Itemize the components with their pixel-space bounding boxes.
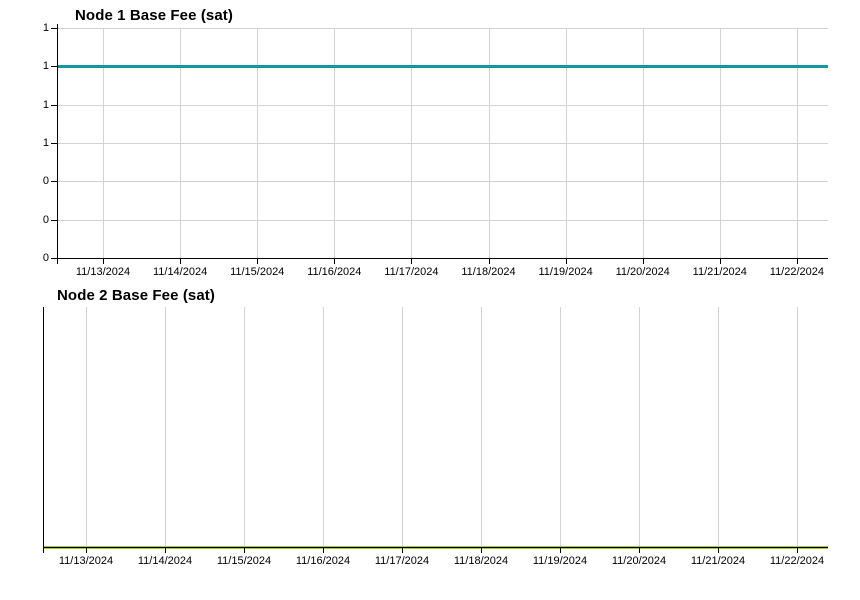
vertical-gridline xyxy=(719,28,721,258)
vertical-gridline xyxy=(323,307,324,547)
x-tick-mark xyxy=(165,547,166,553)
horizontal-gridline xyxy=(57,104,828,106)
x-tick-mark xyxy=(334,258,336,264)
y-tick-mark xyxy=(51,28,57,29)
x-tick-label: 11/14/2024 xyxy=(137,555,193,567)
series-line-node-1-base-fee-sat xyxy=(57,64,828,68)
x-tick-label: 11/15/2024 xyxy=(230,266,285,278)
base-fee-charts-screen: Node 1 Base Fee (sat) 11/13/2024 11/14/20… xyxy=(0,0,860,600)
x-tick-label: 11/13/2024 xyxy=(58,555,114,567)
vertical-gridline xyxy=(257,28,259,258)
y-axis xyxy=(43,307,44,553)
x-tick-mark xyxy=(103,258,104,264)
vertical-gridline xyxy=(718,307,719,547)
y-axis xyxy=(57,24,58,264)
vertical-gridline xyxy=(565,28,567,258)
y-tick-label: 0 xyxy=(42,251,49,264)
x-tick-label: 11/17/2024 xyxy=(384,266,439,278)
x-tick-mark xyxy=(718,547,719,553)
vertical-gridline xyxy=(165,307,166,547)
vertical-gridline xyxy=(103,28,104,258)
y-tick-mark xyxy=(51,104,57,106)
vertical-gridline xyxy=(180,28,182,258)
x-tick-mark xyxy=(257,258,259,264)
y-tick-mark xyxy=(51,257,57,259)
x-tick-mark xyxy=(797,547,798,553)
x-tick-mark xyxy=(560,547,561,553)
x-tick-mark xyxy=(565,258,567,264)
x-tick-label: 11/18/2024 xyxy=(461,266,516,278)
horizontal-gridline xyxy=(57,66,828,68)
vertical-gridline xyxy=(797,307,798,547)
node1-chart-title: Node 1 Base Fee (sat) xyxy=(75,7,233,24)
x-tick-label: 11/13/2024 xyxy=(75,266,131,278)
series-line-node-2-base-fee-sat xyxy=(43,545,828,549)
x-tick-label: 11/16/2024 xyxy=(307,266,362,278)
x-tick-mark xyxy=(796,258,798,264)
horizontal-gridline xyxy=(57,181,828,183)
x-tick-label: 11/19/2024 xyxy=(538,266,593,278)
vertical-gridline xyxy=(796,28,798,258)
x-axis xyxy=(57,258,828,259)
x-tick-label: 11/22/2024 xyxy=(769,266,825,278)
vertical-gridline xyxy=(488,28,490,258)
x-tick-mark xyxy=(180,258,182,264)
y-tick-label: 1 xyxy=(42,136,49,149)
y-tick-mark xyxy=(51,219,57,221)
x-tick-mark xyxy=(244,547,245,553)
y-tick-label: 0 xyxy=(42,213,49,226)
x-tick-mark xyxy=(488,258,490,264)
x-tick-mark xyxy=(642,258,644,264)
x-tick-mark xyxy=(86,547,87,553)
x-tick-label: 11/20/2024 xyxy=(615,266,670,278)
vertical-gridline xyxy=(411,28,413,258)
node2-chart-title: Node 2 Base Fee (sat) xyxy=(57,287,215,304)
x-tick-label: 11/17/2024 xyxy=(374,555,430,567)
vertical-gridline xyxy=(481,307,482,547)
x-tick-label: 11/18/2024 xyxy=(453,555,509,567)
x-tick-mark xyxy=(639,547,640,553)
y-tick-mark xyxy=(51,181,57,183)
vertical-gridline xyxy=(334,28,336,258)
x-tick-mark xyxy=(481,547,482,553)
horizontal-gridline xyxy=(57,219,828,221)
y-tick-label: 1 xyxy=(42,22,49,34)
vertical-gridline xyxy=(639,307,640,547)
x-tick-label: 11/22/2024 xyxy=(769,555,825,567)
vertical-gridline xyxy=(86,307,87,547)
y-tick-mark xyxy=(51,66,57,68)
x-tick-mark xyxy=(402,547,403,553)
vertical-gridline xyxy=(402,307,403,547)
x-tick-mark xyxy=(719,258,721,264)
x-tick-label: 11/20/2024 xyxy=(611,555,667,567)
y-tick-mark xyxy=(51,142,57,144)
vertical-gridline xyxy=(642,28,644,258)
x-tick-label: 11/15/2024 xyxy=(216,555,272,567)
x-tick-label: 11/21/2024 xyxy=(690,555,746,567)
x-tick-label: 11/19/2024 xyxy=(532,555,588,567)
y-tick-label: 1 xyxy=(42,60,49,73)
x-tick-mark xyxy=(411,258,413,264)
x-axis xyxy=(43,547,828,548)
y-tick-label: 0 xyxy=(42,175,49,188)
y-tick-label: 1 xyxy=(42,98,49,111)
horizontal-gridline xyxy=(57,28,828,29)
vertical-gridline xyxy=(244,307,245,547)
x-tick-label: 11/21/2024 xyxy=(692,266,747,278)
vertical-gridline xyxy=(560,307,561,547)
x-tick-label: 11/14/2024 xyxy=(152,266,208,278)
horizontal-gridline xyxy=(57,142,828,144)
x-tick-mark xyxy=(323,547,324,553)
x-tick-label: 11/16/2024 xyxy=(295,555,351,567)
